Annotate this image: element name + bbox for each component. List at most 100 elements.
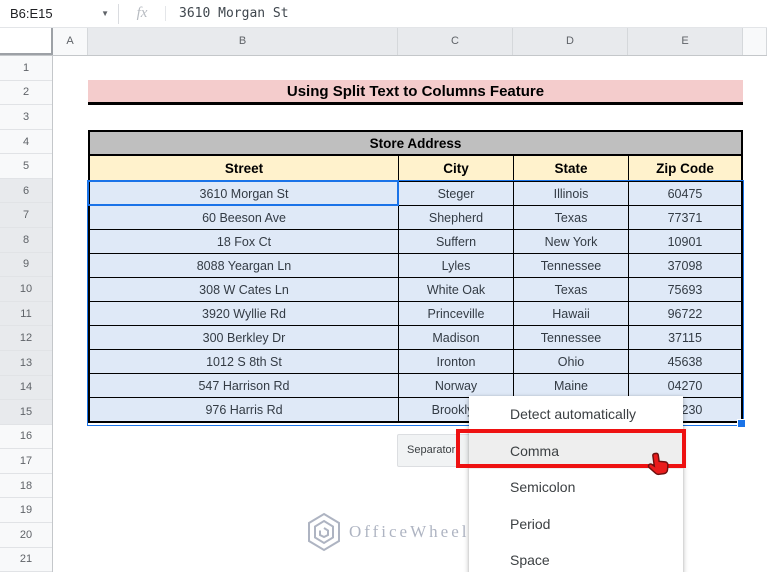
- column-header-strip: ABCDE: [0, 28, 767, 56]
- table-cell[interactable]: Tennessee: [514, 326, 629, 349]
- table-cell[interactable]: 18 Fox Ct: [90, 230, 399, 253]
- officewheel-logo-icon: [308, 512, 340, 552]
- table-column-header: Zip Code: [656, 161, 714, 176]
- table-cell[interactable]: 37098: [629, 254, 741, 277]
- name-box[interactable]: B6:E15 ▼: [0, 0, 118, 28]
- table-cell[interactable]: 3920 Wyllie Rd: [90, 302, 399, 325]
- table-cell[interactable]: Ironton: [399, 350, 514, 373]
- table-cell[interactable]: 75693: [629, 278, 741, 301]
- row-header-15[interactable]: 15: [0, 400, 52, 425]
- menu-item-period[interactable]: Period: [469, 506, 683, 543]
- watermark-text: OfficeWheel: [349, 522, 470, 541]
- table-cell[interactable]: 547 Harrison Rd: [90, 374, 399, 397]
- column-header-partial[interactable]: [743, 28, 767, 55]
- table-row: 18 Fox Ct Suffern New York 10901: [90, 230, 741, 254]
- column-header-a[interactable]: A: [53, 28, 88, 55]
- row-header-1[interactable]: 1: [0, 56, 52, 81]
- table-column-header: State: [514, 156, 629, 181]
- row-header-4[interactable]: 4: [0, 129, 52, 155]
- table-cell[interactable]: New York: [514, 230, 629, 253]
- row-header-16[interactable]: 16: [0, 424, 52, 450]
- fx-icon: fx: [136, 5, 148, 21]
- row-header-18[interactable]: 18: [0, 473, 52, 499]
- separator-dropdown-menu: Detect automatically Comma Semicolon Period…: [469, 396, 683, 572]
- table-row: 60 Beeson Ave Shepherd Texas 77371: [90, 206, 741, 230]
- table-column-header-row: Street City State Zip Code: [90, 156, 741, 182]
- table-cell[interactable]: 976 Harris Rd: [90, 398, 399, 421]
- table-cell[interactable]: 77371: [629, 206, 741, 229]
- google-sheets-window: B6:E15 ▼ fx 3610 Morgan St ABCDE 1234567…: [0, 0, 767, 572]
- row-header-7[interactable]: 7: [0, 203, 52, 229]
- table-cell[interactable]: 3610 Morgan St: [90, 182, 399, 205]
- sheet-title-cell: Using Split Text to Columns Feature: [88, 80, 743, 105]
- table-cell[interactable]: Texas: [514, 278, 629, 301]
- table-cell[interactable]: Shepherd: [399, 206, 514, 229]
- divider: [165, 6, 166, 21]
- table-cell[interactable]: White Oak: [399, 278, 514, 301]
- hand-pointer-cursor-icon: [647, 452, 669, 476]
- table-cell[interactable]: 8088 Yeargan Ln: [90, 254, 399, 277]
- row-header-2[interactable]: 2: [0, 80, 52, 106]
- row-header-19[interactable]: 19: [0, 498, 52, 523]
- table-cell[interactable]: 308 W Cates Ln: [90, 278, 399, 301]
- table-merged-header: Store Address: [90, 132, 741, 156]
- table-cell[interactable]: 60 Beeson Ave: [90, 206, 399, 229]
- table-cell[interactable]: Hawaii: [514, 302, 629, 325]
- menu-item-detect-automatically[interactable]: Detect automatically: [469, 396, 683, 433]
- row-header-17[interactable]: 17: [0, 449, 52, 474]
- table-cell[interactable]: 60475: [629, 182, 741, 205]
- table-row: 300 Berkley Dr Madison Tennessee 37115: [90, 326, 741, 350]
- row-header-10[interactable]: 10: [0, 277, 52, 302]
- formula-bar: B6:E15 ▼ fx 3610 Morgan St: [0, 0, 767, 28]
- row-header-strip: 1 2 3 4 5 6 7 8 9 10 11 12 13 14 15 16 17 18 19 20 21: [0, 56, 53, 572]
- table-cell[interactable]: Maine: [514, 374, 629, 397]
- table-cell[interactable]: Suffern: [399, 230, 514, 253]
- separator-toolbar[interactable]: Separator:: [397, 434, 475, 467]
- row-header-6[interactable]: 6: [0, 178, 52, 204]
- table-cell[interactable]: Tennessee: [514, 254, 629, 277]
- table-row: 308 W Cates Ln White Oak Texas 75693: [90, 278, 741, 302]
- table-cell[interactable]: Ohio: [514, 350, 629, 373]
- table-row: 3610 Morgan St Steger Illinois 60475: [90, 182, 741, 206]
- table-cell[interactable]: 300 Berkley Dr: [90, 326, 399, 349]
- formula-input[interactable]: 3610 Morgan St: [179, 6, 289, 21]
- table-cell[interactable]: 96722: [629, 302, 741, 325]
- row-header-21[interactable]: 21: [0, 547, 52, 572]
- table-column-header: Street: [90, 156, 399, 181]
- row-header-5[interactable]: 5: [0, 154, 52, 179]
- column-header-c[interactable]: C: [398, 28, 513, 55]
- row-header-13[interactable]: 13: [0, 350, 52, 376]
- row-header-20[interactable]: 20: [0, 522, 52, 548]
- name-box-value: B6:E15: [10, 6, 53, 21]
- table-cell[interactable]: Norway: [399, 374, 514, 397]
- column-header-e[interactable]: E: [628, 28, 743, 55]
- table-cell[interactable]: 45638: [629, 350, 741, 373]
- table-row: 1012 S 8th St Ironton Ohio 45638: [90, 350, 741, 374]
- watermark: OfficeWheel: [306, 512, 469, 552]
- table-cell[interactable]: Madison: [399, 326, 514, 349]
- select-all-corner[interactable]: [0, 28, 53, 55]
- store-address-table: Store Address Street City State Zip Code 36…: [88, 130, 743, 423]
- row-header-3[interactable]: 3: [0, 105, 52, 130]
- table-cell[interactable]: 04270: [629, 374, 741, 397]
- table-cell[interactable]: Texas: [514, 206, 629, 229]
- row-header-8[interactable]: 8: [0, 228, 52, 253]
- table-cell[interactable]: Lyles: [399, 254, 514, 277]
- table-cell[interactable]: 1012 S 8th St: [90, 350, 399, 373]
- row-header-11[interactable]: 11: [0, 301, 52, 327]
- table-cell[interactable]: Illinois: [514, 182, 629, 205]
- row-header-14[interactable]: 14: [0, 375, 52, 401]
- table-row: 8088 Yeargan Ln Lyles Tennessee 37098: [90, 254, 741, 278]
- menu-item-space[interactable]: Space: [469, 542, 683, 572]
- table-row: 3920 Wyllie Rd Princeville Hawaii 96722: [90, 302, 741, 326]
- row-header-12[interactable]: 12: [0, 326, 52, 351]
- row-header-9[interactable]: 9: [0, 252, 52, 278]
- column-header-d[interactable]: D: [513, 28, 628, 55]
- table-cell[interactable]: 10901: [629, 230, 741, 253]
- chevron-down-icon[interactable]: ▼: [101, 9, 109, 18]
- table-cell[interactable]: 37115: [629, 326, 741, 349]
- table-cell[interactable]: Princeville: [399, 302, 514, 325]
- column-header-b[interactable]: B: [88, 28, 398, 55]
- fill-handle[interactable]: [737, 419, 746, 428]
- table-cell[interactable]: Steger: [399, 182, 514, 205]
